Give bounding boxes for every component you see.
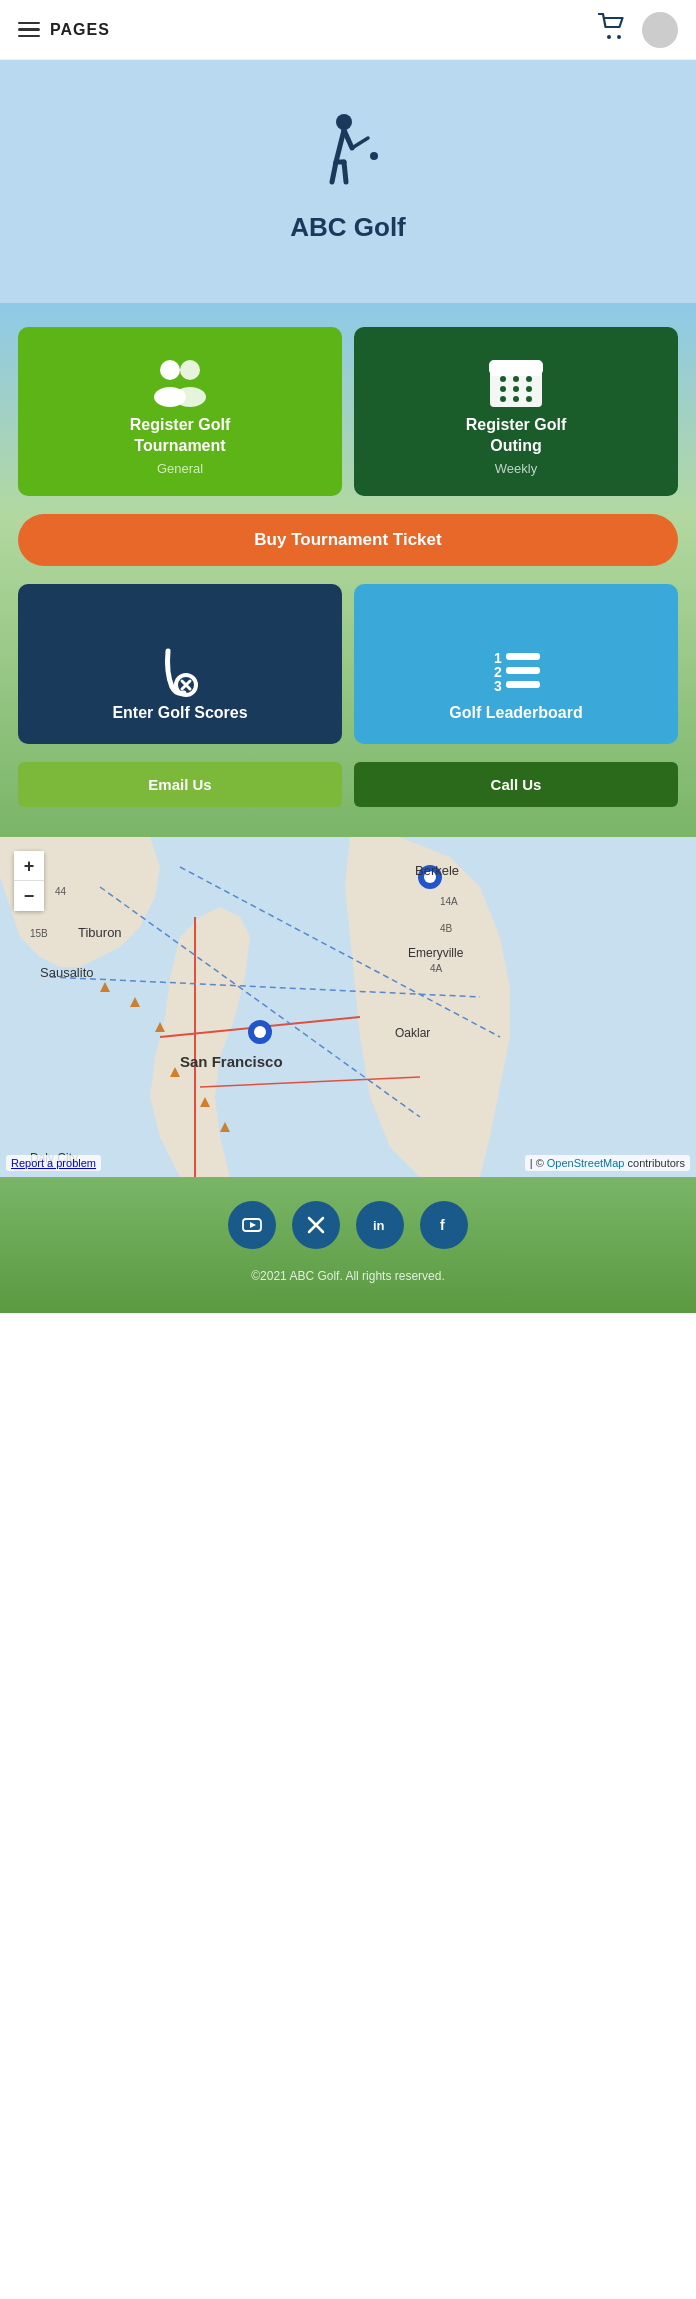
register-tournament-subtitle: General xyxy=(157,461,203,476)
svg-text:Tiburon: Tiburon xyxy=(78,925,122,940)
avatar[interactable] xyxy=(642,12,678,48)
svg-point-16 xyxy=(526,396,532,402)
map-report-link[interactable]: Report a problem xyxy=(6,1155,101,1171)
svg-point-12 xyxy=(513,386,519,392)
openstreetmap-link[interactable]: OpenStreetMap xyxy=(547,1157,625,1169)
leaderboard-icon: 1 2 3 xyxy=(484,643,548,703)
svg-point-0 xyxy=(607,35,611,39)
call-us-button[interactable]: Call Us xyxy=(354,762,678,807)
grass-section: in f ©2021 ABC Golf. All rights reserved… xyxy=(0,1177,696,1313)
cards-grid: Register GolfTournament General xyxy=(18,327,678,496)
hero-section: ABC Golf xyxy=(0,60,696,303)
main-content: Register GolfTournament General xyxy=(0,303,696,837)
map-zoom-controls: + − xyxy=(14,851,44,911)
svg-point-13 xyxy=(526,386,532,392)
map-section: Tiburon Sausalito Berkele Emeryville Oak… xyxy=(0,837,696,1177)
svg-point-11 xyxy=(500,386,506,392)
svg-text:Berkele: Berkele xyxy=(415,863,459,878)
svg-text:4B: 4B xyxy=(440,923,453,934)
enter-scores-title: Enter Golf Scores xyxy=(112,703,247,724)
svg-point-3 xyxy=(370,152,378,160)
svg-point-15 xyxy=(513,396,519,402)
svg-rect-30 xyxy=(506,681,540,688)
svg-point-5 xyxy=(180,360,200,380)
register-outing-title: Register GolfOuting xyxy=(466,415,566,457)
action-buttons: Email Us Call Us xyxy=(18,762,678,807)
svg-point-14 xyxy=(500,396,506,402)
svg-point-17 xyxy=(500,376,506,382)
svg-text:Sausalito: Sausalito xyxy=(40,965,93,980)
svg-text:44: 44 xyxy=(55,886,67,897)
menu-icon[interactable] xyxy=(18,22,40,38)
footer-copyright: ©2021 ABC Golf. All rights reserved. xyxy=(20,1269,676,1283)
svg-point-4 xyxy=(160,360,180,380)
buy-tournament-ticket-button[interactable]: Buy Tournament Ticket xyxy=(18,514,678,566)
header: PAGES xyxy=(0,0,696,60)
calendar-icon xyxy=(486,355,546,415)
svg-point-7 xyxy=(174,387,206,407)
svg-text:3: 3 xyxy=(494,678,502,694)
email-us-button[interactable]: Email Us xyxy=(18,762,342,807)
people-icon xyxy=(148,357,212,415)
header-left: PAGES xyxy=(18,21,110,39)
leaderboard-card[interactable]: 1 2 3 Golf Leaderboard xyxy=(354,584,678,744)
svg-text:Emeryville: Emeryville xyxy=(408,946,464,960)
svg-point-18 xyxy=(513,376,519,382)
svg-text:in: in xyxy=(373,1218,385,1233)
youtube-icon[interactable] xyxy=(228,1201,276,1249)
svg-text:4A: 4A xyxy=(430,963,443,974)
svg-rect-28 xyxy=(506,667,540,674)
linkedin-icon[interactable]: in xyxy=(356,1201,404,1249)
register-outing-card[interactable]: Register GolfOuting Weekly xyxy=(354,327,678,496)
svg-point-19 xyxy=(526,376,532,382)
svg-point-42 xyxy=(254,1026,266,1038)
golfer-icon xyxy=(308,110,388,204)
social-row: in f xyxy=(20,1201,676,1249)
zoom-in-button[interactable]: + xyxy=(14,851,44,881)
scores-icon xyxy=(148,643,212,703)
svg-text:14A: 14A xyxy=(440,896,458,907)
leaderboard-title: Golf Leaderboard xyxy=(449,703,582,724)
facebook-icon[interactable]: f xyxy=(420,1201,468,1249)
enter-scores-card[interactable]: Enter Golf Scores xyxy=(18,584,342,744)
scores-cards-grid: Enter Golf Scores 1 2 3 Golf Leaderboard xyxy=(18,584,678,744)
svg-text:15B: 15B xyxy=(30,928,48,939)
map-attribution: | © OpenStreetMap © OpenStreetMap contri… xyxy=(525,1155,690,1171)
map-container[interactable]: Tiburon Sausalito Berkele Emeryville Oak… xyxy=(0,837,696,1177)
svg-text:San Francisco: San Francisco xyxy=(180,1053,283,1070)
zoom-out-button[interactable]: − xyxy=(14,881,44,911)
svg-text:Oaklar: Oaklar xyxy=(395,1026,430,1040)
svg-rect-26 xyxy=(506,653,540,660)
twitter-x-icon[interactable] xyxy=(292,1201,340,1249)
register-tournament-title: Register GolfTournament xyxy=(130,415,230,457)
svg-point-1 xyxy=(617,35,621,39)
hero-title: ABC Golf xyxy=(290,212,406,243)
header-title: PAGES xyxy=(50,21,110,39)
header-right xyxy=(598,12,678,48)
svg-text:f: f xyxy=(440,1217,445,1233)
register-tournament-card[interactable]: Register GolfTournament General xyxy=(18,327,342,496)
svg-marker-64 xyxy=(250,1222,256,1228)
cart-icon[interactable] xyxy=(598,13,628,47)
register-outing-subtitle: Weekly xyxy=(495,461,537,476)
